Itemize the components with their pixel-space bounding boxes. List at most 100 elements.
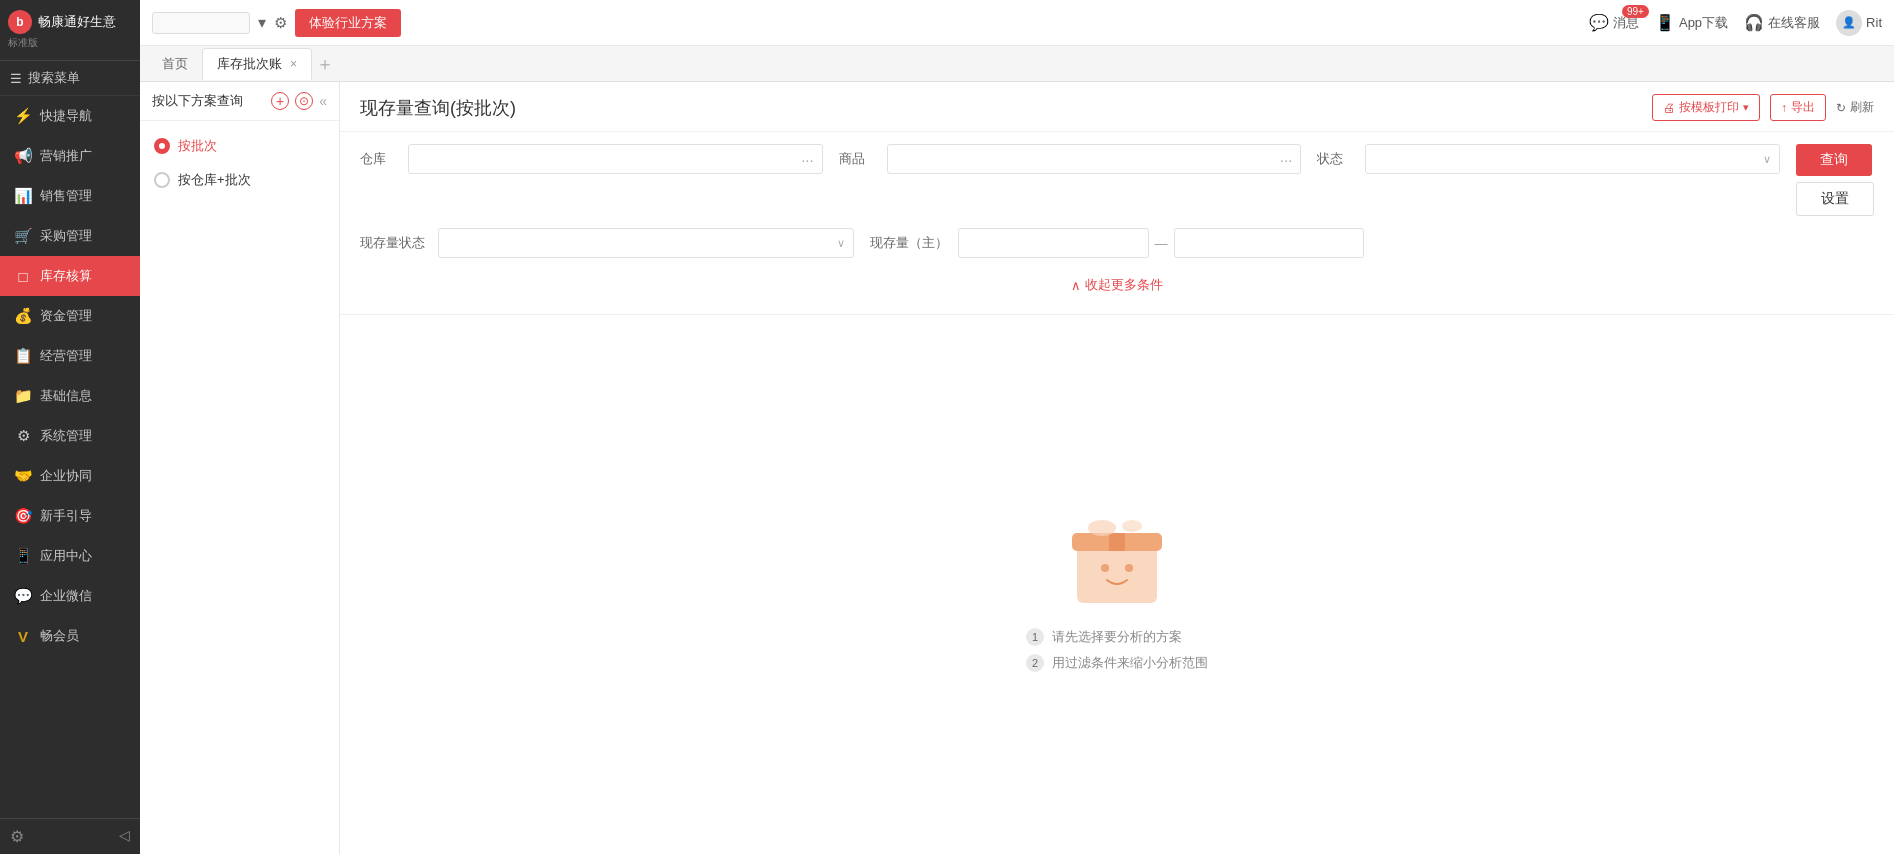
sidebar-item-label: 基础信息 <box>40 387 92 405</box>
sidebar-item-enterprise[interactable]: 🤝 企业协同 <box>0 456 140 496</box>
sidebar-item-shortcut[interactable]: ⚡ 快捷导航 <box>0 96 140 136</box>
sidebar-item-label: 库存核算 <box>40 267 92 285</box>
sidebar-item-system[interactable]: ⚙ 系统管理 <box>0 416 140 456</box>
scheme-collapse-icon[interactable]: « <box>319 93 327 109</box>
sidebar-item-label: 畅会员 <box>40 627 79 645</box>
collapse-label: 收起更多条件 <box>1085 276 1163 294</box>
sidebar-item-label: 经营管理 <box>40 347 92 365</box>
topbar-gear-icon[interactable]: ⚙ <box>274 14 287 32</box>
scheme-list: 按批次 按仓库+批次 <box>140 121 339 205</box>
settings-button[interactable]: 设置 <box>1796 182 1874 216</box>
app-download-button[interactable]: 📱 App下载 <box>1655 13 1728 32</box>
scheme-header-label: 按以下方案查询 <box>152 92 243 110</box>
product-filter: 商品 ··· <box>839 144 1302 174</box>
empty-state: 1 请先选择要分析的方案 2 用过滤条件来缩小分析范围 <box>340 315 1894 854</box>
query-button[interactable]: 查询 <box>1796 144 1872 176</box>
sidebar-item-label: 快捷导航 <box>40 107 92 125</box>
online-service-label: 在线客服 <box>1768 14 1820 32</box>
tab-close-icon[interactable]: × <box>290 57 297 71</box>
export-button[interactable]: ↑ 导出 <box>1770 94 1826 121</box>
sidebar-item-label: 企业协同 <box>40 467 92 485</box>
print-button[interactable]: 🖨 按模板打印 ▾ <box>1652 94 1760 121</box>
try-industry-button[interactable]: 体验行业方案 <box>295 9 401 37</box>
topbar-dropdown-icon[interactable]: ▾ <box>258 13 266 32</box>
page-actions: 🖨 按模板打印 ▾ ↑ 导出 ↻ 刷新 <box>1652 94 1874 131</box>
print-label: 按模板打印 <box>1679 99 1739 116</box>
scheme-item-batch[interactable]: 按批次 <box>140 129 339 163</box>
status-label: 状态 <box>1317 150 1357 168</box>
scheme-item-warehouse-batch[interactable]: 按仓库+批次 <box>140 163 339 197</box>
brand-name: 畅康通好生意 <box>38 13 116 31</box>
export-label: 导出 <box>1791 99 1815 116</box>
sidebar-item-wechat[interactable]: 💬 企业微信 <box>0 576 140 616</box>
appstore-icon: 📱 <box>14 547 32 565</box>
sidebar-item-operation[interactable]: 📋 经营管理 <box>0 336 140 376</box>
version-label: 标准版 <box>8 36 132 50</box>
sidebar-item-basic[interactable]: 📁 基础信息 <box>0 376 140 416</box>
app-download-label: App下载 <box>1679 14 1728 32</box>
empty-svg-icon <box>1057 498 1177 608</box>
warehouse-input[interactable] <box>417 152 797 167</box>
refresh-icon: ↻ <box>1836 101 1846 115</box>
inventory-status-filter: 现存量状态 ∨ <box>360 228 854 258</box>
qty-to-input[interactable] <box>1174 228 1365 258</box>
refresh-button[interactable]: ↻ 刷新 <box>1836 99 1874 116</box>
search-menu[interactable]: ☰ 搜索菜单 <box>0 61 140 96</box>
sidebar-item-appstore[interactable]: 📱 应用中心 <box>0 536 140 576</box>
scheme-add-icon[interactable]: + <box>271 92 289 110</box>
collapse-filters-button[interactable]: ∧ 收起更多条件 <box>360 268 1874 302</box>
sidebar-item-member[interactable]: V 畅会员 <box>0 616 140 656</box>
sidebar-item-label: 新手引导 <box>40 507 92 525</box>
warehouse-filter: 仓库 ··· <box>360 144 823 174</box>
tabs-bar: 首页 库存批次账 × ＋ <box>140 46 1894 82</box>
sidebar-item-sales[interactable]: 📊 销售管理 <box>0 176 140 216</box>
sidebar-item-marketing[interactable]: 📢 营销推广 <box>0 136 140 176</box>
messages-button[interactable]: 💬 消息 99+ <box>1589 13 1639 32</box>
action-buttons: 查询 设置 <box>1796 144 1874 216</box>
filter-section: 仓库 ··· 商品 ··· 状态 <box>340 132 1894 315</box>
brand-icon: b <box>8 10 32 34</box>
tab-inventory-label: 库存批次账 <box>217 55 282 73</box>
product-dots[interactable]: ··· <box>1280 151 1293 168</box>
sidebar-settings-icon[interactable]: ⚙ <box>10 827 24 846</box>
svg-point-5 <box>1101 564 1109 572</box>
svg-point-6 <box>1125 564 1133 572</box>
status-select-wrap[interactable]: ∨ <box>1365 144 1780 174</box>
sidebar-item-newbie[interactable]: 🎯 新手引导 <box>0 496 140 536</box>
product-input[interactable] <box>896 152 1276 167</box>
page-header: 现存量查询(按批次) 🖨 按模板打印 ▾ ↑ 导出 ↻ 刷新 <box>340 82 1894 132</box>
hint-num-1: 1 <box>1026 628 1044 646</box>
inventory-qty-label: 现存量（主） <box>870 234 950 252</box>
scheme-actions: + ⊙ « <box>271 92 327 110</box>
page-title: 现存量查询(按批次) <box>360 96 516 130</box>
online-service-button[interactable]: 🎧 在线客服 <box>1744 13 1820 32</box>
svg-rect-0 <box>1077 543 1157 603</box>
print-dropdown-icon[interactable]: ▾ <box>1743 101 1749 114</box>
shortcut-icon: ⚡ <box>14 107 32 125</box>
warehouse-dots[interactable]: ··· <box>801 151 814 168</box>
query-panel: 现存量查询(按批次) 🖨 按模板打印 ▾ ↑ 导出 ↻ 刷新 <box>340 82 1894 854</box>
finance-icon: 💰 <box>14 307 32 325</box>
empty-hints: 1 请先选择要分析的方案 2 用过滤条件来缩小分析范围 <box>1026 628 1208 672</box>
inventory-status-select[interactable]: ∨ <box>438 228 854 258</box>
qty-from-input[interactable] <box>958 228 1149 258</box>
wechat-icon: 💬 <box>14 587 32 605</box>
scheme-settings-icon[interactable]: ⊙ <box>295 92 313 110</box>
add-tab-icon[interactable]: ＋ <box>316 52 334 76</box>
sidebar-header: b 畅康通好生意 标准版 <box>0 0 140 61</box>
user-profile[interactable]: 👤 Rit <box>1836 10 1882 36</box>
hint-num-2: 2 <box>1026 654 1044 672</box>
sidebar-collapse-icon[interactable]: ◁ <box>119 827 130 846</box>
status-filter: 状态 ∨ <box>1317 144 1780 174</box>
tab-inventory-batch[interactable]: 库存批次账 × <box>202 48 312 80</box>
topbar: ▾ ⚙ 体验行业方案 💬 消息 99+ 📱 App下载 🎧 在线客服 👤 <box>140 0 1894 46</box>
hint-item-2: 2 用过滤条件来缩小分析范围 <box>1026 654 1208 672</box>
sidebar-item-finance[interactable]: 💰 资金管理 <box>0 296 140 336</box>
username-label: Rit <box>1866 15 1882 30</box>
topbar-search-input[interactable] <box>161 16 241 30</box>
sidebar-item-inventory[interactable]: □ 库存核算 <box>0 256 140 296</box>
tab-home[interactable]: 首页 <box>148 49 202 79</box>
inventory-status-label: 现存量状态 <box>360 234 430 252</box>
purchase-icon: 🛒 <box>14 227 32 245</box>
sidebar-item-purchase[interactable]: 🛒 采购管理 <box>0 216 140 256</box>
